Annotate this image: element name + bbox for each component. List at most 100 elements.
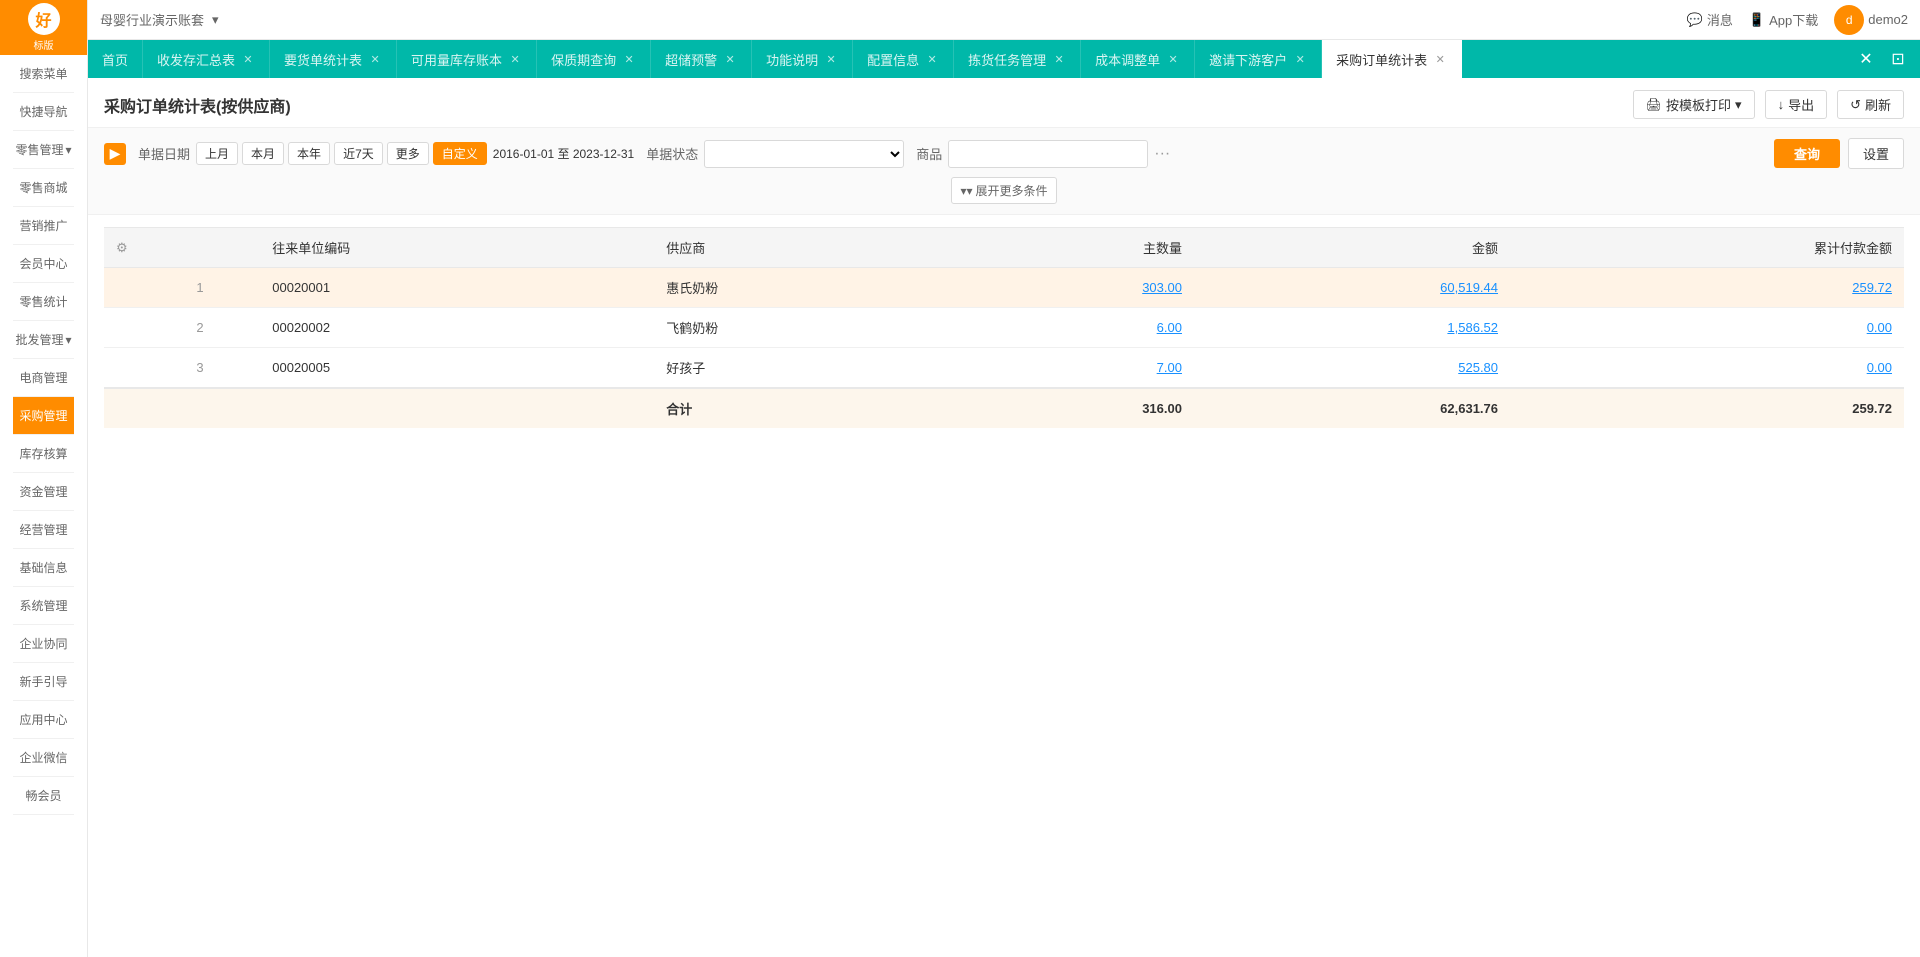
date-btn-last-month[interactable]: 上月 bbox=[196, 142, 238, 165]
sidebar-item-search[interactable]: 搜索菜单 bbox=[13, 55, 73, 93]
expand-filter-btn[interactable]: ▾▾ 展开更多条件 bbox=[951, 177, 1056, 204]
filter-row-1: ▶ 单据日期 上月 本月 本年 近7天 更多 自定义 2016-01-01 至 … bbox=[104, 138, 1904, 169]
footer-label bbox=[260, 388, 654, 428]
sidebar-item-marketing[interactable]: 营销推广 bbox=[13, 207, 73, 245]
tab-close-cost_adjust[interactable]: ✕ bbox=[1166, 52, 1180, 66]
tab-close-shelf_life[interactable]: ✕ bbox=[622, 52, 636, 66]
message-btn[interactable]: 💬 消息 bbox=[1687, 10, 1733, 29]
date-quick-btns: 上月 本月 本年 近7天 更多 自定义 bbox=[196, 142, 487, 165]
sidebar-item-retail_mall[interactable]: 零售商城 bbox=[13, 169, 73, 207]
tab-shelf_life[interactable]: 保质期查询 ✕ bbox=[537, 40, 651, 78]
tab-close-stock_book[interactable]: ✕ bbox=[508, 52, 522, 66]
row-seq-0: 1 bbox=[140, 268, 261, 308]
tab-close-overstock[interactable]: ✕ bbox=[723, 52, 737, 66]
sidebar-item-member_center[interactable]: 会员中心 bbox=[13, 245, 73, 283]
date-btn-7days[interactable]: 近7天 bbox=[334, 142, 383, 165]
tab-label-pick_task: 拣货任务管理 bbox=[968, 50, 1046, 69]
tab-close-invite_downstream[interactable]: ✕ bbox=[1293, 52, 1307, 66]
tab-close-purchase_summary[interactable]: ✕ bbox=[1433, 52, 1447, 66]
goods-more-icon[interactable]: ··· bbox=[1154, 145, 1170, 163]
tab-receive_summary[interactable]: 收发存汇总表 ✕ bbox=[143, 40, 270, 78]
tab-home[interactable]: 首页 bbox=[88, 40, 143, 78]
row-amount-2[interactable]: 525.80 bbox=[1194, 348, 1510, 389]
avatar-initials: d bbox=[1846, 13, 1853, 27]
sidebar-item-operations_mgmt[interactable]: 经营管理 bbox=[13, 511, 73, 549]
tab-close-config_info[interactable]: ✕ bbox=[925, 52, 939, 66]
sidebar-item-purchase_mgmt[interactable]: 采购管理 bbox=[13, 397, 73, 435]
row-qty-2[interactable]: 7.00 bbox=[948, 348, 1194, 389]
refresh-btn[interactable]: ↺ 刷新 bbox=[1837, 90, 1904, 119]
tab-invite_downstream[interactable]: 邀请下游客户✕ bbox=[1195, 40, 1322, 78]
footer-paid: 259.72 bbox=[1510, 388, 1904, 428]
tab-bar-actions: ✕ ⊡ bbox=[1844, 45, 1920, 73]
close-tab-btn[interactable]: ✕ bbox=[1852, 45, 1880, 73]
print-btn[interactable]: 🖨 按模板打印 ▾ bbox=[1633, 90, 1755, 119]
table-row: 3 00020005 好孩子 7.00 525.80 0.00 bbox=[104, 348, 1904, 389]
goods-input[interactable] bbox=[948, 140, 1148, 168]
date-btn-this-month[interactable]: 本月 bbox=[242, 142, 284, 165]
tab-cost_adjust[interactable]: 成本调整单✕ bbox=[1081, 40, 1195, 78]
sidebar-item-quick_nav[interactable]: 快捷导航 bbox=[13, 93, 73, 131]
tab-pick_task[interactable]: 拣货任务管理 ✕ bbox=[954, 40, 1081, 78]
row-paid-0[interactable]: 259.72 bbox=[1510, 268, 1904, 308]
sidebar-item-enterprise_wechat[interactable]: 企业微信 bbox=[13, 739, 73, 777]
col-main-qty: 主数量 bbox=[948, 228, 1194, 268]
sidebar-item-system_mgmt[interactable]: 系统管理 bbox=[13, 587, 73, 625]
date-btn-more[interactable]: 更多 bbox=[387, 142, 429, 165]
date-btn-custom[interactable]: 自定义 bbox=[433, 142, 487, 165]
row-qty-0[interactable]: 303.00 bbox=[948, 268, 1194, 308]
row-paid-1[interactable]: 0.00 bbox=[1510, 308, 1904, 348]
sidebar-item-app_center[interactable]: 应用中心 bbox=[13, 701, 73, 739]
sidebar-item-vip_member[interactable]: 畅会员 bbox=[13, 777, 73, 815]
sidebar-item-wholesale_mgmt[interactable]: 批发管理 ▾ bbox=[13, 321, 73, 359]
row-amount-1[interactable]: 1,586.52 bbox=[1194, 308, 1510, 348]
sidebar-item-retail_stats[interactable]: 零售统计 bbox=[13, 283, 73, 321]
tab-close-order_summary[interactable]: ✕ bbox=[368, 52, 382, 66]
filter-toggle-btn[interactable]: ▶ bbox=[104, 143, 126, 165]
tab-close-pick_task[interactable]: ✕ bbox=[1052, 52, 1066, 66]
date-filter-label: 单据日期 bbox=[138, 144, 190, 163]
tab-config_info[interactable]: 配置信息✕ bbox=[853, 40, 954, 78]
sidebar-item-retail_mgmt[interactable]: 零售管理 ▾ bbox=[13, 131, 73, 169]
logo-label: 标版 bbox=[34, 37, 54, 52]
export-btn[interactable]: ↓ 导出 bbox=[1765, 90, 1828, 119]
tab-function_desc[interactable]: 功能说明✕ bbox=[752, 40, 853, 78]
user-menu-btn[interactable]: d demo2 bbox=[1834, 5, 1908, 35]
sidebar-item-basic_info[interactable]: 基础信息 bbox=[13, 549, 73, 587]
col-seq bbox=[140, 228, 261, 268]
app-logo[interactable]: 好 标版 bbox=[0, 0, 88, 55]
tab-purchase_summary[interactable]: 采购订单统计表✕ bbox=[1322, 40, 1462, 78]
row-settings-1 bbox=[104, 308, 140, 348]
workspace-selector[interactable]: 母婴行业演示账套 ▾ bbox=[100, 10, 219, 29]
sidebar-item-new_guide[interactable]: 新手引导 bbox=[13, 663, 73, 701]
tab-label-receive_summary: 收发存汇总表 bbox=[157, 50, 235, 69]
sidebar-item-ecommerce_mgmt[interactable]: 电商管理 bbox=[13, 359, 73, 397]
maximize-tab-btn[interactable]: ⊡ bbox=[1884, 45, 1912, 73]
tab-close-receive_summary[interactable]: ✕ bbox=[241, 52, 255, 66]
row-code-0: 00020001 bbox=[260, 268, 654, 308]
row-paid-2[interactable]: 0.00 bbox=[1510, 348, 1904, 389]
tab-overstock[interactable]: 超储预警✕ bbox=[651, 40, 752, 78]
filter-area: ▶ 单据日期 上月 本月 本年 近7天 更多 自定义 2016-01-01 至 … bbox=[88, 128, 1920, 215]
sidebar-item-inventory_check[interactable]: 库存核算 bbox=[13, 435, 73, 473]
tab-label-shelf_life: 保质期查询 bbox=[551, 50, 616, 69]
sidebar: 好 标版 搜索菜单快捷导航零售管理 ▾零售商城营销推广会员中心零售统计批发管理 … bbox=[0, 0, 88, 957]
tab-order_summary[interactable]: 要货单统计表✕ bbox=[270, 40, 397, 78]
status-select[interactable] bbox=[704, 140, 904, 168]
sidebar-item-enterprise_collab[interactable]: 企业协同 bbox=[13, 625, 73, 663]
query-btn[interactable]: 查询 bbox=[1774, 139, 1840, 168]
row-amount-0[interactable]: 60,519.44 bbox=[1194, 268, 1510, 308]
sidebar-item-finance_mgmt[interactable]: 资金管理 bbox=[13, 473, 73, 511]
tab-stock_book[interactable]: 可用量库存账本✕ bbox=[397, 40, 537, 78]
settings-btn[interactable]: 设置 bbox=[1848, 138, 1904, 169]
row-qty-1[interactable]: 6.00 bbox=[948, 308, 1194, 348]
app-download-btn[interactable]: 📱 App下载 bbox=[1749, 10, 1818, 29]
page-title: 采购订单统计表(按供应商) bbox=[104, 93, 291, 117]
refresh-label: 刷新 bbox=[1865, 95, 1891, 114]
date-btn-this-year[interactable]: 本年 bbox=[288, 142, 330, 165]
expand-label: 展开更多条件 bbox=[976, 182, 1048, 199]
data-table: ⚙ 往来单位编码 供应商 主数量 金额 累计付款金额 1 00020001 惠氏… bbox=[104, 227, 1904, 428]
tab-close-function_desc[interactable]: ✕ bbox=[824, 52, 838, 66]
tab-label-home: 首页 bbox=[102, 50, 128, 69]
column-settings-icon[interactable]: ⚙ bbox=[116, 240, 128, 255]
